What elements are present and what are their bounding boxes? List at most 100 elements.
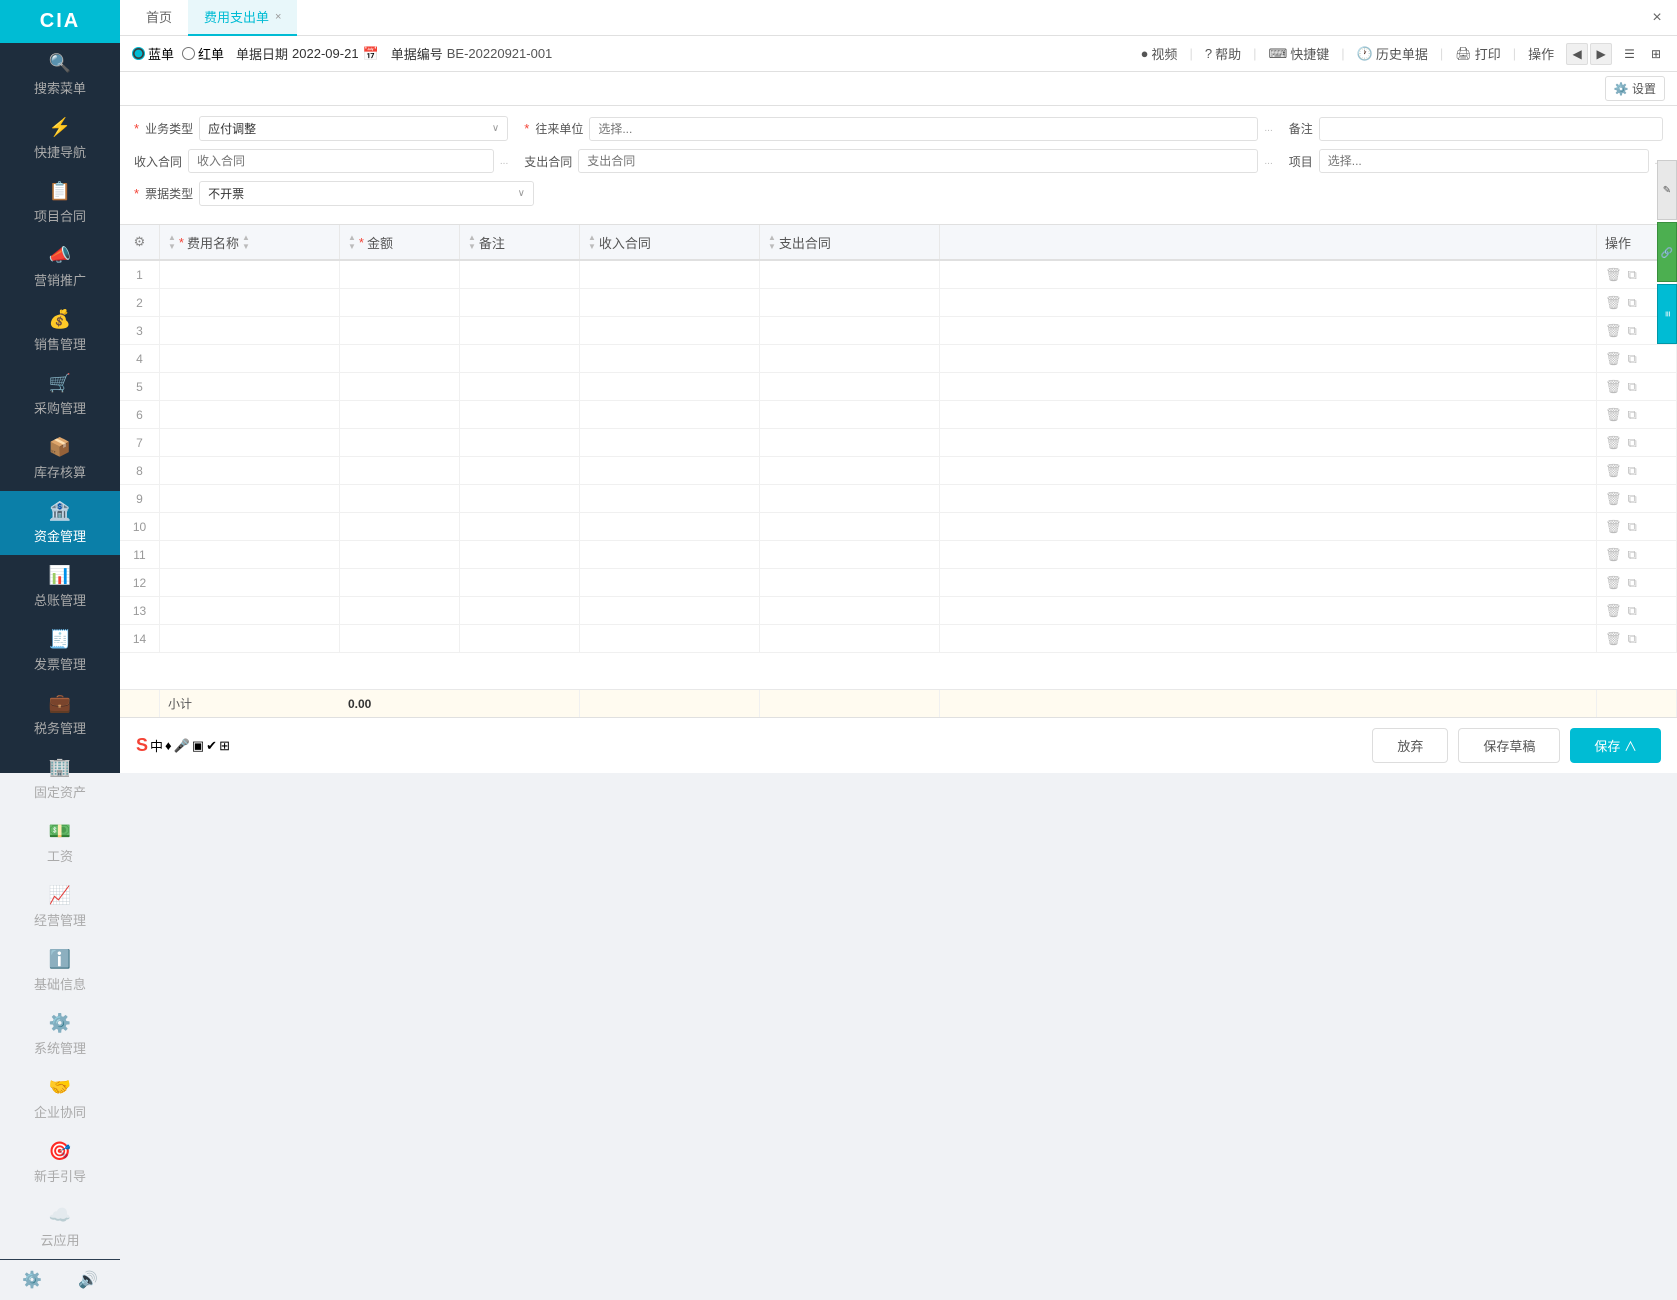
row-amount-8[interactable] [340,457,460,484]
row-copy-6[interactable]: ⧉ [1628,407,1637,423]
calendar-icon[interactable]: 📅 [363,46,379,62]
th-sort-expense-contract[interactable]: ▲ ▼ [768,234,776,251]
blue-radio-label[interactable]: 蓝单 [132,44,174,63]
row-income-contract-3[interactable] [580,317,760,344]
row-amount-12[interactable] [340,569,460,596]
view-list-btn[interactable]: ☰ [1620,45,1639,63]
row-remark-12[interactable] [460,569,580,596]
row-delete-4[interactable]: 🗑 [1605,351,1622,367]
window-close-btn[interactable]: × [1647,8,1667,28]
row-delete-7[interactable]: 🗑 [1605,435,1622,451]
row-delete-5[interactable]: 🗑 [1605,379,1622,395]
row-remark-10[interactable] [460,513,580,540]
row-expense-name-2[interactable] [160,289,340,316]
remark-input[interactable] [1319,117,1663,141]
row-remark-6[interactable] [460,401,580,428]
row-expense-contract-2[interactable] [760,289,940,316]
th-sort-expense2[interactable]: ▲ ▼ [242,234,250,251]
row-copy-10[interactable]: ⧉ [1628,519,1637,535]
row-income-contract-12[interactable] [580,569,760,596]
save-draft-button[interactable]: 保存草稿 [1458,728,1560,763]
row-copy-4[interactable]: ⧉ [1628,351,1637,367]
row-remark-5[interactable] [460,373,580,400]
row-expense-contract-1[interactable] [760,261,940,288]
row-remark-14[interactable] [460,625,580,652]
row-income-contract-4[interactable] [580,345,760,372]
sidebar-item-云应用[interactable]: ☁️ 云应用 [0,1195,120,1259]
row-income-contract-7[interactable] [580,429,760,456]
row-expense-name-1[interactable] [160,261,340,288]
income-contract-more[interactable]: ... [500,156,508,167]
income-contract-input[interactable] [188,149,494,173]
row-amount-10[interactable] [340,513,460,540]
row-remark-8[interactable] [460,457,580,484]
row-expense-contract-14[interactable] [760,625,940,652]
red-radio-label[interactable]: 红单 [182,44,224,63]
row-copy-5[interactable]: ⧉ [1628,379,1637,395]
counterpart-input[interactable] [589,117,1258,141]
row-income-contract-5[interactable] [580,373,760,400]
row-copy-2[interactable]: ⧉ [1628,295,1637,311]
row-remark-11[interactable] [460,541,580,568]
sidebar-item-销售管理[interactable]: 💰 销售管理 [0,299,120,363]
row-copy-14[interactable]: ⧉ [1628,631,1637,647]
save-button[interactable]: 保存 ∧ [1570,728,1661,763]
sidebar-item-固定资产[interactable]: 🏢 固定资产 [0,747,120,811]
ops-btn[interactable]: 操作 [1524,42,1558,65]
view-grid-btn[interactable]: ⊞ [1647,45,1665,63]
sidebar-item-企业协同[interactable]: 🤝 企业协同 [0,1067,120,1131]
settings-icon[interactable]: ⚙️ [22,1270,42,1290]
row-expense-name-10[interactable] [160,513,340,540]
row-remark-3[interactable] [460,317,580,344]
nav-prev-btn[interactable]: ◀ [1566,43,1588,65]
sidebar-item-项目合同[interactable]: 📋 项目合同 [0,171,120,235]
row-expense-name-13[interactable] [160,597,340,624]
sidebar-item-经营管理[interactable]: 📈 经营管理 [0,875,120,939]
row-delete-13[interactable]: 🗑 [1605,603,1622,619]
th-settings-icon[interactable]: ⚙ [128,234,151,250]
row-income-contract-2[interactable] [580,289,760,316]
row-delete-2[interactable]: 🗑 [1605,295,1622,311]
row-expense-name-8[interactable] [160,457,340,484]
side-panel-btn-3[interactable]: ≡ [1657,284,1677,344]
th-sort-amount[interactable]: ▲ ▼ [348,234,356,251]
th-sort-expense[interactable]: ▲ ▼ [168,234,176,251]
side-panel-btn-1[interactable]: ✎ [1657,160,1677,220]
nav-next-btn[interactable]: ▶ [1590,43,1612,65]
row-expense-contract-7[interactable] [760,429,940,456]
counterpart-more[interactable]: ... [1264,123,1272,134]
sidebar-item-工资[interactable]: 💵 工资 [0,811,120,875]
row-amount-7[interactable] [340,429,460,456]
sidebar-item-发票管理[interactable]: 🧾 发票管理 [0,619,120,683]
row-expense-contract-3[interactable] [760,317,940,344]
row-expense-name-7[interactable] [160,429,340,456]
th-sort-remark[interactable]: ▲ ▼ [468,234,476,251]
biz-type-select[interactable]: 应付调整 ∨ [199,116,508,141]
row-expense-contract-4[interactable] [760,345,940,372]
print-btn[interactable]: 🖨 打印 [1451,42,1505,65]
expense-contract-more[interactable]: ... [1264,156,1272,167]
row-expense-contract-11[interactable] [760,541,940,568]
date-value[interactable]: 2022-09-21 [292,46,359,61]
sidebar-item-基础信息[interactable]: ℹ️ 基础信息 [0,939,120,1003]
row-amount-5[interactable] [340,373,460,400]
row-expense-name-5[interactable] [160,373,340,400]
sidebar-item-总账管理[interactable]: 📊 总账管理 [0,555,120,619]
row-delete-9[interactable]: 🗑 [1605,491,1622,507]
row-remark-4[interactable] [460,345,580,372]
th-settings[interactable]: ⚙ [120,225,160,259]
row-remark-13[interactable] [460,597,580,624]
row-income-contract-14[interactable] [580,625,760,652]
row-amount-6[interactable] [340,401,460,428]
sidebar-item-采购管理[interactable]: 🛒 采购管理 [0,363,120,427]
row-remark-9[interactable] [460,485,580,512]
history-btn[interactable]: 🕐 历史单据 [1353,42,1432,65]
row-delete-12[interactable]: 🗑 [1605,575,1622,591]
row-copy-7[interactable]: ⧉ [1628,435,1637,451]
row-expense-name-4[interactable] [160,345,340,372]
row-income-contract-13[interactable] [580,597,760,624]
row-expense-contract-10[interactable] [760,513,940,540]
row-delete-14[interactable]: 🗑 [1605,631,1622,647]
row-amount-4[interactable] [340,345,460,372]
invoice-type-select[interactable]: 不开票 ∨ [199,181,534,206]
